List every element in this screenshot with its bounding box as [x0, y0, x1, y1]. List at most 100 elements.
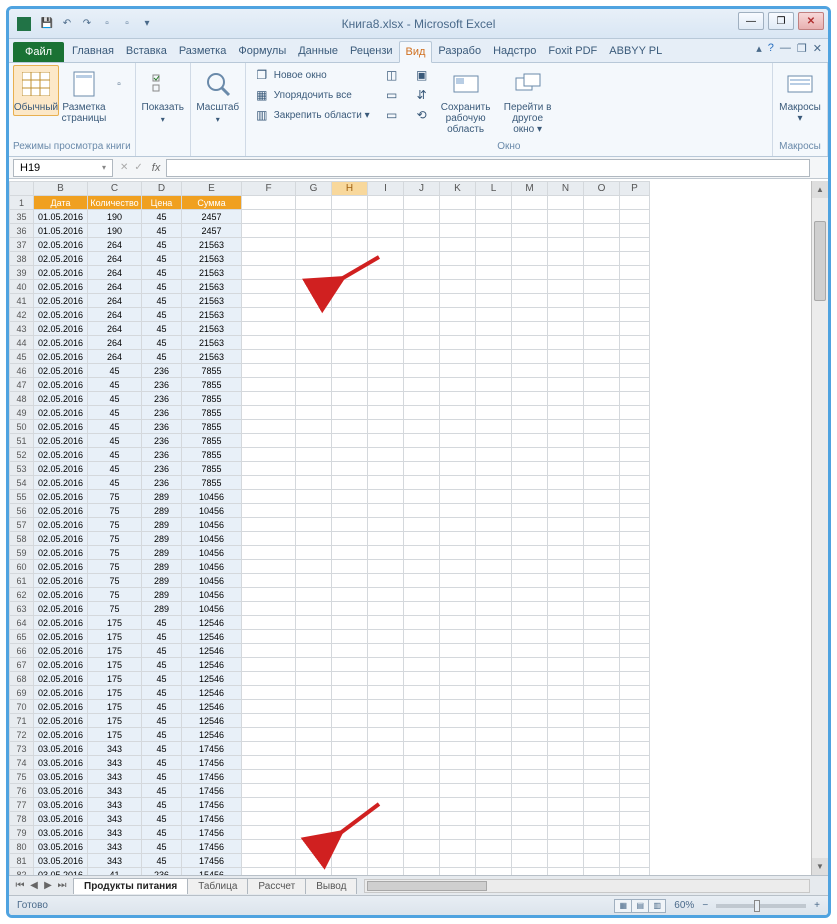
cell[interactable] — [584, 224, 620, 238]
data-cell[interactable]: 02.05.2016 — [34, 686, 88, 700]
cell[interactable] — [620, 308, 650, 322]
horizontal-scrollbar[interactable] — [364, 879, 810, 893]
cell[interactable] — [512, 504, 548, 518]
data-cell[interactable]: 75 — [88, 602, 142, 616]
data-cell[interactable]: 45 — [142, 854, 182, 868]
cell[interactable] — [404, 420, 440, 434]
cell[interactable] — [548, 196, 584, 210]
cell[interactable] — [404, 574, 440, 588]
cell[interactable] — [548, 420, 584, 434]
data-cell[interactable]: 02.05.2016 — [34, 350, 88, 364]
row-header[interactable]: 43 — [10, 322, 34, 336]
row-header[interactable]: 46 — [10, 364, 34, 378]
data-cell[interactable]: 75 — [88, 532, 142, 546]
data-cell[interactable]: 03.05.2016 — [34, 854, 88, 868]
cell[interactable] — [368, 350, 404, 364]
cell[interactable] — [620, 770, 650, 784]
data-cell[interactable]: 02.05.2016 — [34, 336, 88, 350]
cell[interactable] — [296, 266, 332, 280]
data-cell[interactable]: 02.05.2016 — [34, 294, 88, 308]
data-cell[interactable]: 45 — [142, 210, 182, 224]
data-cell[interactable]: 264 — [88, 350, 142, 364]
cell[interactable] — [476, 518, 512, 532]
cell[interactable] — [620, 644, 650, 658]
cell[interactable] — [476, 616, 512, 630]
cell[interactable] — [404, 644, 440, 658]
workbook-restore-icon[interactable]: ❐ — [797, 42, 807, 55]
cell[interactable] — [296, 462, 332, 476]
cell[interactable] — [242, 658, 296, 672]
data-cell[interactable]: 02.05.2016 — [34, 280, 88, 294]
cell[interactable] — [620, 462, 650, 476]
cell[interactable] — [584, 616, 620, 630]
cell[interactable] — [404, 700, 440, 714]
cell[interactable] — [620, 420, 650, 434]
formula-input[interactable] — [166, 159, 810, 177]
show-button[interactable]: Показать ▾ — [140, 65, 186, 127]
cell[interactable] — [512, 378, 548, 392]
data-cell[interactable]: 12546 — [182, 700, 242, 714]
cell[interactable] — [332, 434, 368, 448]
cell[interactable] — [404, 462, 440, 476]
sheet-next-icon[interactable]: ▶ — [41, 880, 55, 891]
data-cell[interactable]: 10456 — [182, 602, 242, 616]
cell[interactable] — [404, 854, 440, 868]
cell[interactable] — [440, 840, 476, 854]
cell[interactable] — [512, 560, 548, 574]
cell[interactable] — [368, 630, 404, 644]
cell[interactable] — [368, 392, 404, 406]
cell[interactable] — [440, 378, 476, 392]
cell[interactable] — [440, 350, 476, 364]
cell[interactable] — [584, 742, 620, 756]
scroll-down-icon[interactable]: ▼ — [812, 858, 828, 875]
column-header[interactable]: L — [476, 182, 512, 196]
column-header[interactable]: O — [584, 182, 620, 196]
cell[interactable] — [332, 560, 368, 574]
cell[interactable] — [476, 280, 512, 294]
cell[interactable] — [404, 784, 440, 798]
cell[interactable] — [512, 518, 548, 532]
cell[interactable] — [584, 266, 620, 280]
row-header[interactable]: 38 — [10, 252, 34, 266]
cell[interactable] — [296, 672, 332, 686]
enter-icon[interactable]: ✓ — [134, 162, 142, 173]
data-cell[interactable]: 17456 — [182, 826, 242, 840]
save-workspace-button[interactable]: Сохранить рабочую область — [436, 65, 496, 138]
cell[interactable] — [584, 728, 620, 742]
cell[interactable] — [620, 252, 650, 266]
data-cell[interactable]: 289 — [142, 560, 182, 574]
cell[interactable] — [296, 826, 332, 840]
cell[interactable] — [404, 686, 440, 700]
data-cell[interactable]: 7855 — [182, 420, 242, 434]
cell[interactable] — [476, 840, 512, 854]
cell[interactable] — [368, 840, 404, 854]
cell[interactable] — [620, 728, 650, 742]
cell[interactable] — [296, 756, 332, 770]
data-cell[interactable]: 45 — [88, 448, 142, 462]
cell[interactable] — [620, 742, 650, 756]
cell[interactable] — [548, 434, 584, 448]
cell[interactable] — [296, 378, 332, 392]
cell[interactable] — [332, 462, 368, 476]
cell[interactable] — [440, 714, 476, 728]
cell[interactable] — [620, 336, 650, 350]
cell[interactable] — [512, 280, 548, 294]
data-cell[interactable]: 21563 — [182, 350, 242, 364]
cell[interactable] — [368, 378, 404, 392]
cell[interactable] — [332, 770, 368, 784]
cell[interactable] — [548, 350, 584, 364]
row-header[interactable]: 76 — [10, 784, 34, 798]
data-cell[interactable]: 45 — [142, 728, 182, 742]
cell[interactable] — [440, 434, 476, 448]
data-cell[interactable]: 7855 — [182, 406, 242, 420]
data-cell[interactable]: 03.05.2016 — [34, 784, 88, 798]
cell[interactable] — [332, 238, 368, 252]
data-cell[interactable]: 03.05.2016 — [34, 742, 88, 756]
cell[interactable] — [476, 798, 512, 812]
cell[interactable] — [440, 420, 476, 434]
workbook-minimize-icon[interactable]: — — [780, 42, 791, 55]
data-cell[interactable]: 236 — [142, 364, 182, 378]
cell[interactable] — [440, 700, 476, 714]
cell[interactable] — [620, 490, 650, 504]
data-cell[interactable]: 15456 — [182, 868, 242, 876]
